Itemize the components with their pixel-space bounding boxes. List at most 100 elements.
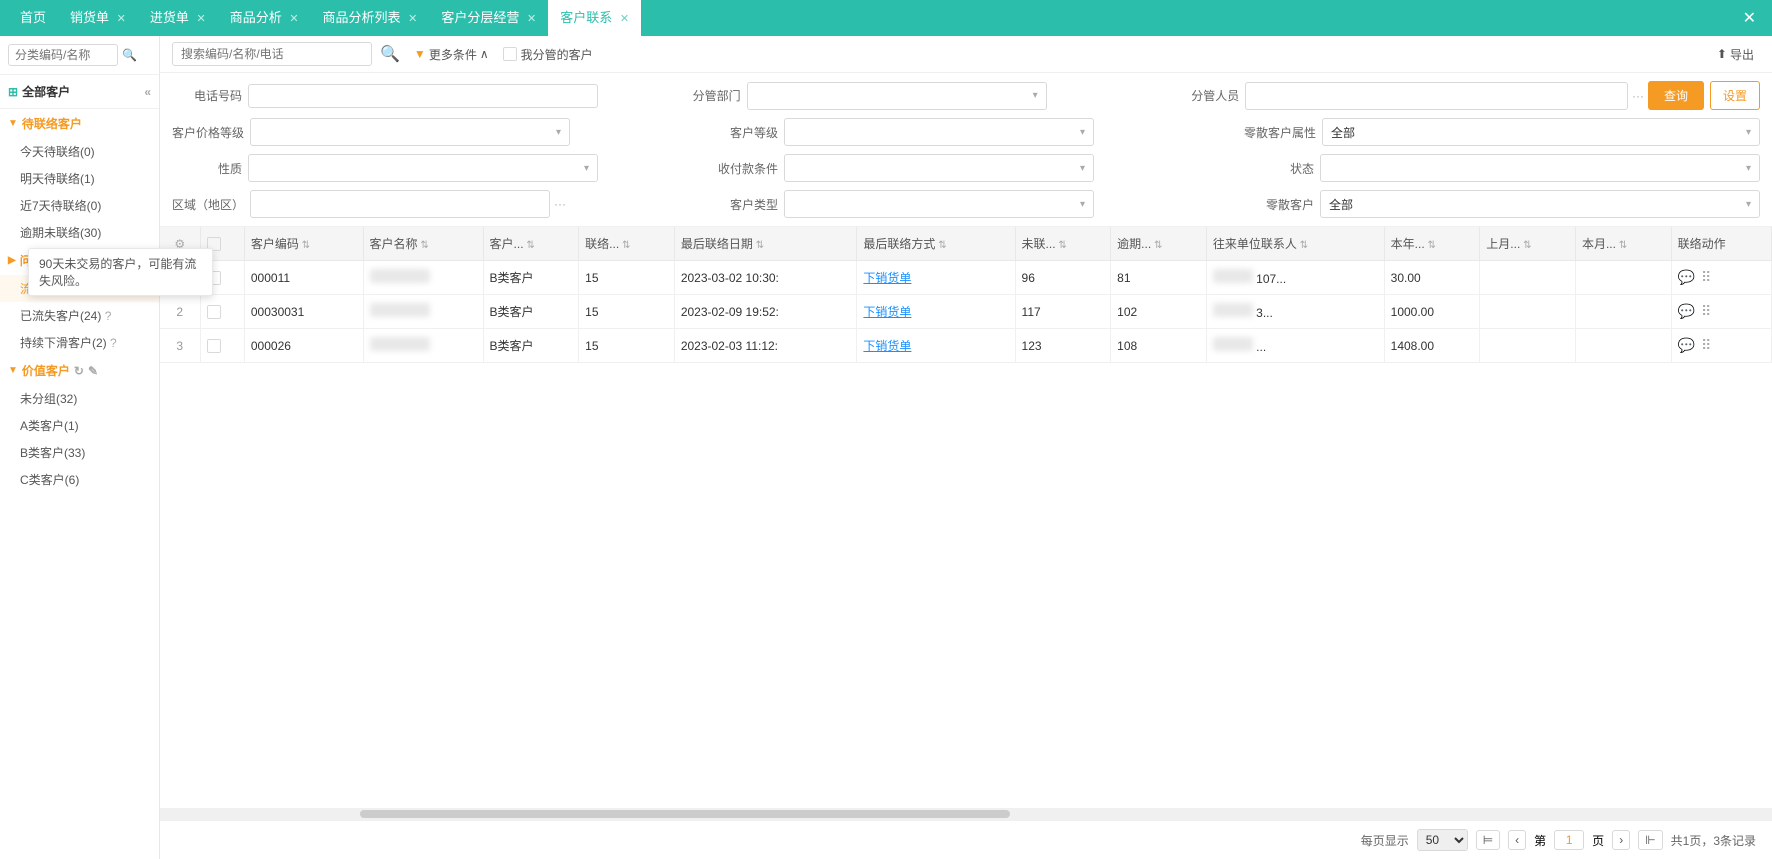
th-this-month[interactable]: 本月... xyxy=(1575,227,1671,261)
sidebar-item-today[interactable]: 今天待联络(0) xyxy=(0,138,159,165)
row3-more-icon[interactable]: ⠿ xyxy=(1701,337,1711,354)
search-input[interactable] xyxy=(172,42,372,66)
page-size-select[interactable]: 50 100 200 xyxy=(1417,829,1468,851)
pagination-bar: 每页显示 50 100 200 ⊨ ‹ 第 页 › ⊩ 共1页，3条记录 xyxy=(160,820,1772,859)
chevron-up-icon: ∧ xyxy=(480,47,489,61)
nav-customer-contact[interactable]: 客户联系 ✕ xyxy=(548,0,641,36)
sidebar-search-input[interactable] xyxy=(8,44,118,66)
field-region-select[interactable] xyxy=(250,190,550,218)
refresh-icon[interactable]: ↻ xyxy=(74,364,84,378)
region-dots-btn[interactable]: ··· xyxy=(550,197,570,211)
field-price-level-label: 客户价格等级 xyxy=(172,124,244,141)
window-close[interactable]: ✕ xyxy=(1735,8,1764,28)
field-manager-select[interactable] xyxy=(1245,82,1628,110)
first-page-btn[interactable]: ⊨ xyxy=(1476,830,1500,850)
th-contact-count[interactable]: 联络... xyxy=(579,227,675,261)
row3-type: B类客户 xyxy=(483,329,579,363)
sidebar-item-class-a[interactable]: A类客户(1) xyxy=(0,412,159,439)
sidebar-item-7days[interactable]: 近7天待联络(0) xyxy=(0,192,159,219)
nav-sales-close[interactable]: ✕ xyxy=(117,13,126,25)
row2-more-icon[interactable]: ⠿ xyxy=(1701,303,1711,320)
field-dept-select[interactable]: ▾ xyxy=(747,82,1047,110)
my-customers-checkbox[interactable] xyxy=(503,47,517,61)
field-sparse-select[interactable]: 全部 ▾ xyxy=(1320,190,1760,218)
sidebar-group-value[interactable]: ▼ 价值客户 ↻ ✎ xyxy=(0,356,159,385)
th-contact-person[interactable]: 往来单位联系人 xyxy=(1206,227,1384,261)
th-name[interactable]: 客户名称 xyxy=(363,227,483,261)
row2-chat-icon[interactable]: 💬 xyxy=(1678,303,1695,320)
next-page-btn[interactable]: › xyxy=(1612,830,1630,850)
row3-checkbox[interactable] xyxy=(207,339,221,353)
nav-goods-analysis-list-close[interactable]: ✕ xyxy=(408,13,417,25)
nav-home[interactable]: 首页 xyxy=(8,0,58,36)
field-status-label: 状态 xyxy=(1244,160,1314,177)
search-icon-bar[interactable]: 🔍 xyxy=(380,44,400,64)
collapse-icon[interactable]: « xyxy=(144,85,151,99)
nav-goods-analysis-close[interactable]: ✕ xyxy=(289,13,298,25)
sidebar-item-overdue[interactable]: 逾期未联络(30) xyxy=(0,219,159,246)
info-icon: ? xyxy=(105,309,112,323)
field-price-level-select[interactable]: ▾ xyxy=(250,118,570,146)
th-last-method[interactable]: 最后联络方式 xyxy=(857,227,1015,261)
sidebar-item-class-b[interactable]: B类客户(33) xyxy=(0,439,159,466)
sidebar-search-icon[interactable]: 🔍 xyxy=(122,48,137,62)
row1-method-link[interactable]: 下销货单 xyxy=(863,271,911,285)
sidebar-item-unsorted[interactable]: 未分组(32) xyxy=(0,385,159,412)
th-last-date[interactable]: 最后联络日期 xyxy=(674,227,857,261)
my-customers-label: 我分管的客户 xyxy=(521,46,593,63)
field-manager-label: 分管人员 xyxy=(1169,87,1239,104)
row3-method-link[interactable]: 下销货单 xyxy=(863,339,911,353)
th-uncontacted[interactable]: 未联... xyxy=(1015,227,1111,261)
query-button[interactable]: 查询 xyxy=(1648,81,1704,110)
sidebar-item-tomorrow[interactable]: 明天待联络(1) xyxy=(0,165,159,192)
sidebar-group-pending[interactable]: ▼ 待联络客户 xyxy=(0,109,159,138)
row3-last-date: 2023-02-03 11:12: xyxy=(674,329,857,363)
scrollbar-thumb[interactable] xyxy=(360,810,1010,818)
nav-purchase[interactable]: 进货单 ✕ xyxy=(138,0,218,36)
row1-name xyxy=(363,261,483,295)
nav-customer-layered[interactable]: 客户分层经营 ✕ xyxy=(429,0,548,36)
last-page-btn[interactable]: ⊩ xyxy=(1638,830,1662,850)
row1-this-month xyxy=(1575,261,1671,295)
manager-dots-btn[interactable]: ··· xyxy=(1628,89,1648,103)
edit-icon[interactable]: ✎ xyxy=(88,364,98,378)
nav-goods-analysis[interactable]: 商品分析 ✕ xyxy=(218,0,311,36)
field-payment-select[interactable]: ▾ xyxy=(784,154,1094,182)
row2-method-link[interactable]: 下销货单 xyxy=(863,305,911,319)
row3-uncontacted: 123 xyxy=(1015,329,1111,363)
nav-customer-layered-close[interactable]: ✕ xyxy=(527,13,536,25)
field-nature-select[interactable]: ▾ xyxy=(248,154,598,182)
table-row: 3 000026 B类客户 15 2023-02-03 11:12: 下销货单 … xyxy=(160,329,1772,363)
row2-checkbox[interactable] xyxy=(207,305,221,319)
field-phone-input[interactable] xyxy=(248,84,598,108)
field-region: 区域（地区） ··· xyxy=(172,190,688,218)
horizontal-scrollbar[interactable] xyxy=(160,808,1772,820)
row3-chat-icon[interactable]: 💬 xyxy=(1678,337,1695,354)
nav-sales[interactable]: 销货单 ✕ xyxy=(58,0,138,36)
sidebar-item-declining[interactable]: 持续下滑客户(2) ? xyxy=(0,329,159,356)
field-dept: 分管部门 ▾ xyxy=(671,82,1150,110)
sidebar-item-already-lost[interactable]: 已流失客户(24) ? xyxy=(0,302,159,329)
setting-button[interactable]: 设置 xyxy=(1710,81,1760,110)
nav-purchase-close[interactable]: ✕ xyxy=(196,13,205,25)
th-year-amount[interactable]: 本年... xyxy=(1384,227,1480,261)
nav-customer-contact-close[interactable]: ✕ xyxy=(620,13,629,25)
current-page-input[interactable] xyxy=(1554,830,1584,850)
sidebar-item-class-c[interactable]: C类客户(6) xyxy=(0,466,159,493)
row1-chat-icon[interactable]: 💬 xyxy=(1678,269,1695,286)
row1-more-icon[interactable]: ⠿ xyxy=(1701,269,1711,286)
export-btn[interactable]: ⬆ 导出 xyxy=(1711,43,1760,66)
field-sparse-attr-select[interactable]: 全部 ▾ xyxy=(1322,118,1760,146)
th-code[interactable]: 客户编码 xyxy=(244,227,363,261)
main-layout: 🔍 ⊞ 全部客户 « ▼ 待联络客户 今天待联络(0) 明天待联络(1) 近7天… xyxy=(0,36,1772,859)
th-type[interactable]: 客户... xyxy=(483,227,579,261)
more-conditions-btn[interactable]: ▼ 更多条件 ∧ xyxy=(408,43,495,66)
th-overdue[interactable]: 逾期... xyxy=(1111,227,1207,261)
prev-page-btn[interactable]: ‹ xyxy=(1508,830,1526,850)
field-status-select[interactable]: ▾ xyxy=(1320,154,1760,182)
field-customer-type-select[interactable]: ▾ xyxy=(784,190,1094,218)
my-customers-checkbox-area[interactable]: 我分管的客户 xyxy=(503,46,593,63)
th-last-month[interactable]: 上月... xyxy=(1480,227,1576,261)
nav-goods-analysis-list[interactable]: 商品分析列表 ✕ xyxy=(311,0,430,36)
field-customer-level-select[interactable]: ▾ xyxy=(784,118,1094,146)
